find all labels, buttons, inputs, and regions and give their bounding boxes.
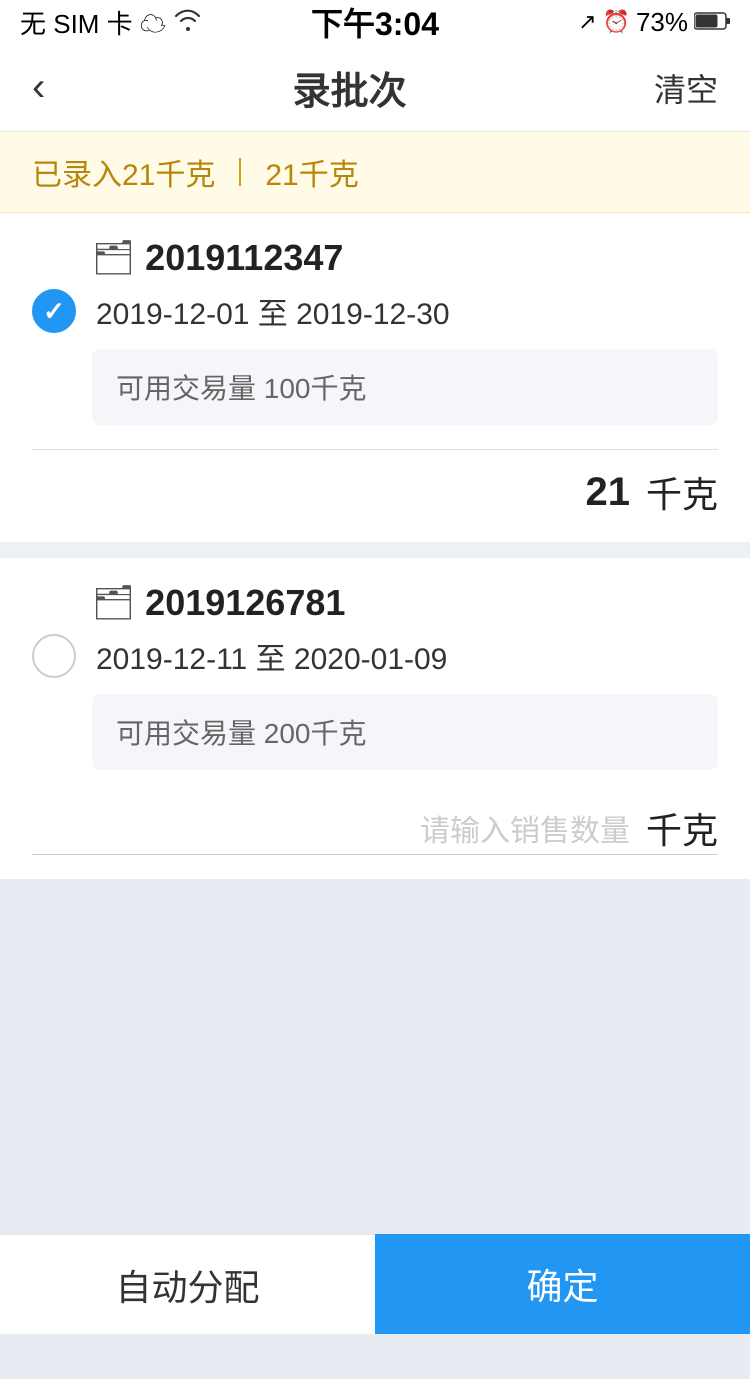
location-icon: ↗ bbox=[578, 9, 596, 35]
confirm-label: 确定 bbox=[526, 1258, 598, 1310]
radio-1[interactable]: ✓ bbox=[32, 289, 76, 333]
radio-2[interactable] bbox=[32, 634, 76, 678]
nav-bar: ‹ 录批次 清空 bbox=[0, 44, 750, 132]
batch-id-2: 2019126781 bbox=[145, 582, 345, 624]
batch-unit-1: 千克 bbox=[646, 466, 718, 518]
qty-placeholder-2: 请输入销售数量 bbox=[32, 806, 630, 850]
sim-label: 无 SIM 卡 ☁ bbox=[20, 4, 166, 41]
input-underline-2 bbox=[32, 854, 718, 855]
page-title: 录批次 bbox=[293, 60, 407, 115]
status-bar: 无 SIM 卡 ☁ 下午3:04 ↗ ⏰ 73% bbox=[0, 0, 750, 44]
clear-button[interactable]: 清空 bbox=[654, 65, 718, 111]
batch-input-row-2: 请输入销售数量 千克 bbox=[0, 794, 750, 854]
batch-date-1: 2019-12-01 至 2019-12-30 bbox=[96, 289, 450, 333]
confirm-button[interactable]: 确定 bbox=[375, 1234, 750, 1334]
section-divider bbox=[0, 542, 750, 558]
info-banner: 已录入21千克 21千克 bbox=[0, 132, 750, 213]
battery-label: 73% bbox=[636, 7, 688, 38]
batch-card-1: 🗂 2019112347 ✓ 2019-12-01 至 2019-12-30 可… bbox=[0, 213, 750, 542]
batch-qty-row-1: 21 千克 bbox=[0, 450, 750, 542]
batch-icon-1: 🗂 bbox=[92, 238, 135, 278]
batch-item-1: 🗂 2019112347 ✓ 2019-12-01 至 2019-12-30 可… bbox=[0, 213, 750, 425]
recorded-label: 已录入21千克 bbox=[32, 150, 215, 194]
bottom-spacer bbox=[0, 879, 750, 1279]
batch-date-row-1: ✓ 2019-12-01 至 2019-12-30 bbox=[32, 289, 718, 333]
battery-icon bbox=[694, 7, 730, 38]
batch-date-row-2: 2019-12-11 至 2020-01-09 bbox=[32, 634, 718, 678]
status-right: ↗ ⏰ 73% bbox=[578, 7, 730, 38]
page-wrapper: 无 SIM 卡 ☁ 下午3:04 ↗ ⏰ 73% bbox=[0, 0, 750, 1379]
batch-qty-value-1: 21 bbox=[585, 470, 630, 515]
status-time: 下午3:04 bbox=[311, 0, 439, 45]
wifi-icon bbox=[174, 7, 202, 38]
status-left: 无 SIM 卡 ☁ bbox=[20, 4, 202, 41]
alarm-icon: ⏰ bbox=[603, 9, 630, 35]
batch-availability-1: 可用交易量 100千克 bbox=[92, 349, 718, 425]
batch-icon-2: 🗂 bbox=[92, 583, 135, 623]
batch-unit-2: 千克 bbox=[646, 802, 718, 854]
back-button[interactable]: ‹ bbox=[32, 65, 45, 110]
auto-distribute-label: 自动分配 bbox=[115, 1259, 259, 1311]
batch-header-2: 🗂 2019126781 bbox=[92, 582, 718, 624]
batch-availability-2: 可用交易量 200千克 bbox=[92, 694, 718, 770]
batch-id-1: 2019112347 bbox=[145, 237, 343, 279]
footer: 自动分配 确定 bbox=[0, 1234, 750, 1334]
amount-label: 21千克 bbox=[265, 150, 358, 194]
batch-header-1: 🗂 2019112347 bbox=[92, 237, 718, 279]
batch-item-2: 🗂 2019126781 2019-12-11 至 2020-01-09 可用交… bbox=[0, 558, 750, 770]
batch-card-2: 🗂 2019126781 2019-12-11 至 2020-01-09 可用交… bbox=[0, 558, 750, 879]
checkmark-1: ✓ bbox=[43, 298, 65, 324]
batch-date-2: 2019-12-11 至 2020-01-09 bbox=[96, 634, 447, 678]
auto-distribute-button[interactable]: 自动分配 bbox=[0, 1234, 375, 1334]
banner-divider bbox=[239, 158, 241, 186]
